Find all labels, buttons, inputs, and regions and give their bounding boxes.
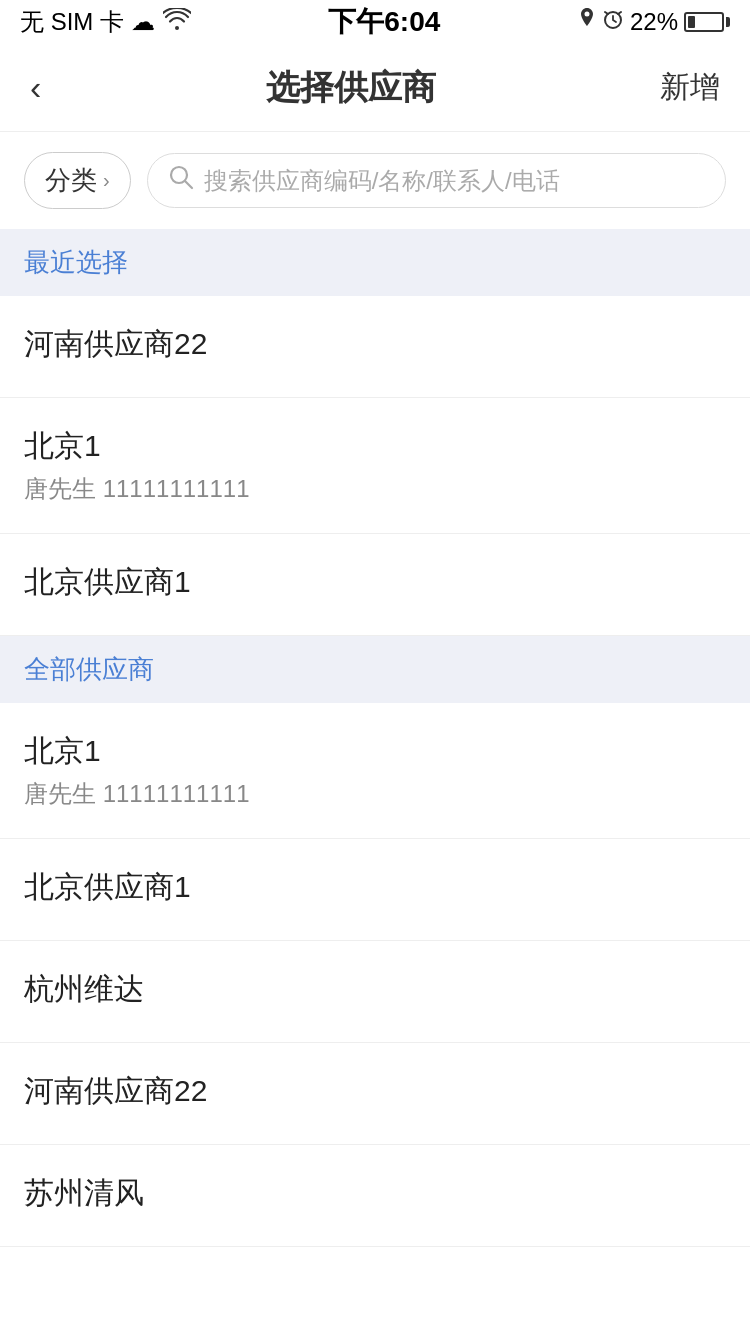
status-left: 无 SIM 卡 ☁ xyxy=(20,6,191,38)
add-button[interactable]: 新增 xyxy=(660,67,720,108)
list-item[interactable]: 河南供应商22 xyxy=(0,1043,750,1145)
list-item[interactable]: 北京1 唐先生 11111111111 xyxy=(0,398,750,534)
recent-list: 河南供应商22 北京1 唐先生 11111111111 北京供应商1 xyxy=(0,296,750,636)
back-button[interactable]: ‹ xyxy=(30,68,41,107)
list-item[interactable]: 北京供应商1 xyxy=(0,534,750,636)
list-item[interactable]: 北京1 唐先生 11111111111 xyxy=(0,703,750,839)
category-label: 分类 xyxy=(45,163,97,198)
all-list: 北京1 唐先生 11111111111 北京供应商1 杭州维达 河南供应商22 … xyxy=(0,703,750,1247)
item-name: 北京1 xyxy=(24,426,726,467)
status-bar: 无 SIM 卡 ☁ 下午6:04 22% xyxy=(0,0,750,44)
item-name: 苏州清风 xyxy=(24,1173,726,1214)
status-right: 22% xyxy=(578,8,730,36)
wifi-icon xyxy=(163,8,191,36)
search-bar[interactable]: 搜索供应商编码/名称/联系人/电话 xyxy=(147,153,726,208)
battery-icon xyxy=(684,12,730,32)
list-item[interactable]: 河南供应商22 xyxy=(0,296,750,398)
category-button[interactable]: 分类 › xyxy=(24,152,131,209)
list-item[interactable]: 北京供应商1 xyxy=(0,839,750,941)
all-section-header: 全部供应商 xyxy=(0,636,750,703)
chevron-right-icon: › xyxy=(103,169,110,192)
filter-bar: 分类 › 搜索供应商编码/名称/联系人/电话 xyxy=(0,132,750,229)
list-item[interactable]: 杭州维达 xyxy=(0,941,750,1043)
item-sub: 唐先生 11111111111 xyxy=(24,473,726,505)
battery-percent: 22% xyxy=(630,8,678,36)
item-name: 北京1 xyxy=(24,731,726,772)
location-icon xyxy=(578,8,596,36)
item-name: 河南供应商22 xyxy=(24,1071,726,1112)
search-icon xyxy=(168,164,194,197)
recent-section-header: 最近选择 xyxy=(0,229,750,296)
alarm-icon xyxy=(602,8,624,36)
list-item[interactable]: 苏州清风 xyxy=(0,1145,750,1247)
svg-line-2 xyxy=(185,181,192,188)
item-name: 北京供应商1 xyxy=(24,562,726,603)
sim-status: 无 SIM 卡 ☁ xyxy=(20,6,155,38)
item-name: 河南供应商22 xyxy=(24,324,726,365)
nav-bar: ‹ 选择供应商 新增 xyxy=(0,44,750,132)
page-title: 选择供应商 xyxy=(266,65,436,111)
status-time: 下午6:04 xyxy=(328,3,440,41)
item-name: 北京供应商1 xyxy=(24,867,726,908)
item-name: 杭州维达 xyxy=(24,969,726,1010)
search-placeholder: 搜索供应商编码/名称/联系人/电话 xyxy=(204,165,560,197)
item-sub: 唐先生 11111111111 xyxy=(24,778,726,810)
